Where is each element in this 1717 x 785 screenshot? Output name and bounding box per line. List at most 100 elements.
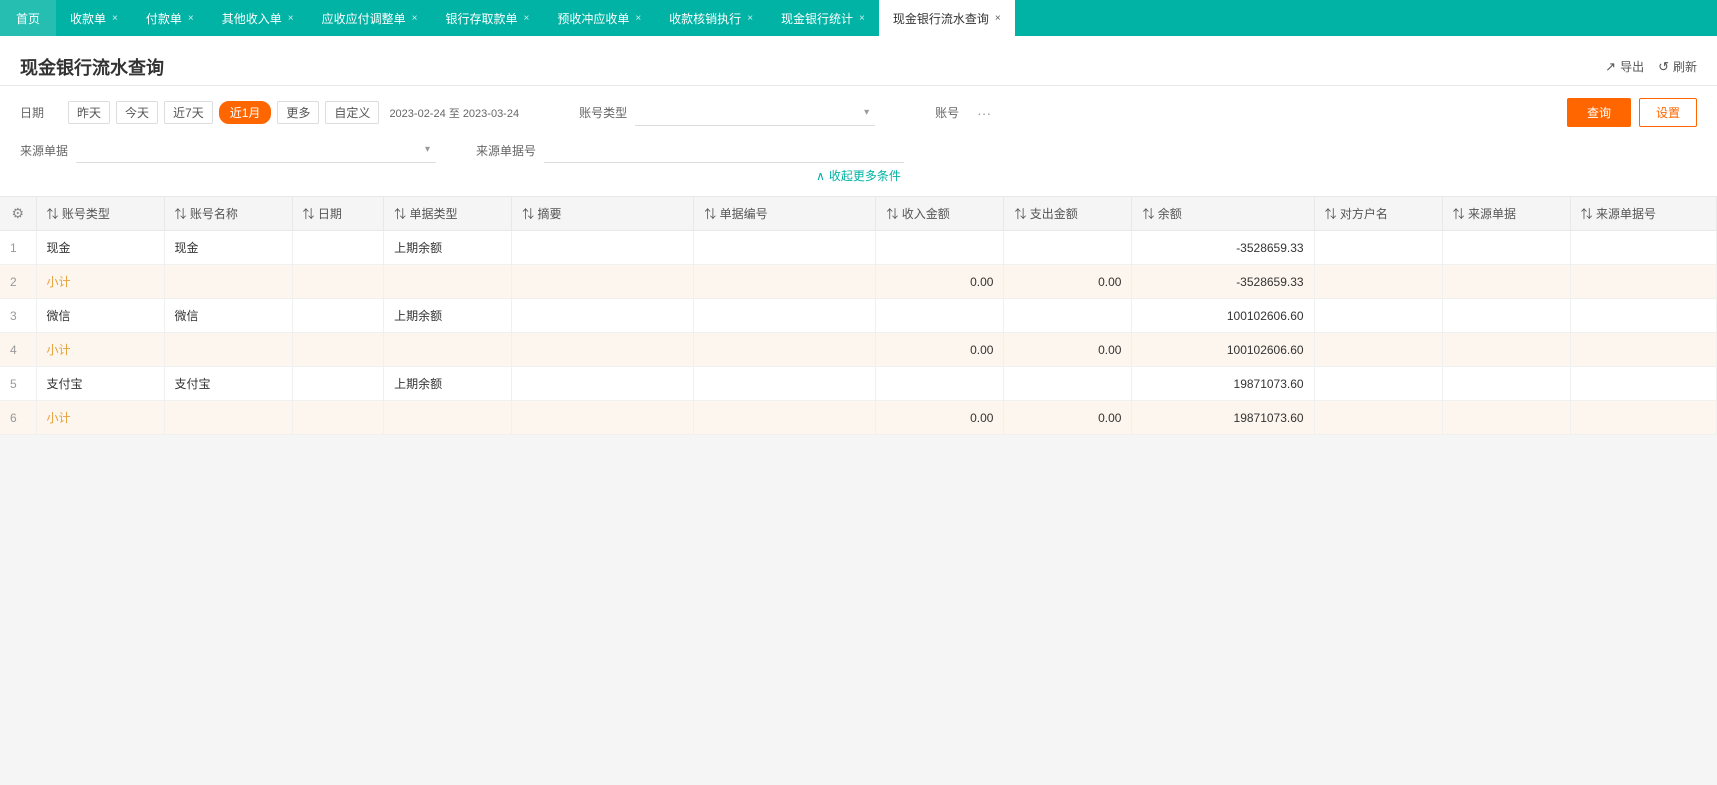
filter-row-2: 来源单据 ▾ 来源单据号: [20, 137, 1697, 163]
nav-home[interactable]: 首页: [0, 0, 56, 36]
cell-income: 0.00: [876, 401, 1004, 435]
date-btn-today[interactable]: 今天: [116, 101, 158, 124]
col-date: ⇅ 日期: [292, 197, 384, 231]
cell-date: [292, 367, 384, 401]
tab-close-icon[interactable]: ×: [188, 13, 194, 24]
collapse-filters-button[interactable]: ∧ 收起更多条件: [20, 167, 1697, 184]
collapse-label: 收起更多条件: [829, 167, 901, 184]
cell-balance: -3528659.33: [1132, 231, 1314, 265]
account-type-select[interactable]: ▾: [635, 100, 875, 126]
tab-close-icon[interactable]: ×: [859, 13, 865, 24]
date-filter-label: 日期: [20, 104, 60, 121]
nav-tab-bank-flow[interactable]: 现金银行流水查询 ×: [879, 0, 1015, 36]
tab-label: 现金银行统计: [781, 10, 853, 27]
nav-tab-bank-deposit[interactable]: 银行存取款单 ×: [431, 0, 543, 36]
cell-expense: [1004, 231, 1132, 265]
date-btn-custom[interactable]: 自定义: [325, 101, 379, 124]
cell-doc-type: 上期余额: [384, 367, 512, 401]
filter-area: 日期 昨天 今天 近7天 近1月 更多 自定义 2023-02-24 至 202…: [0, 86, 1717, 197]
cell-income: 0.00: [876, 333, 1004, 367]
cell-source-doc: [1442, 265, 1570, 299]
col-doc-no-label: ⇅ 单据编号: [704, 207, 767, 221]
nav-tab-receipt[interactable]: 收款单 ×: [56, 0, 132, 36]
row-number: 6: [0, 401, 36, 435]
col-expense-label: ⇅ 支出金额: [1014, 207, 1077, 221]
table-row[interactable]: 2小计0.000.00-3528659.33: [0, 265, 1717, 299]
cell-account-type: 小计: [36, 401, 164, 435]
col-source-doc: ⇅ 来源单据: [1442, 197, 1570, 231]
cell-balance: 19871073.60: [1132, 367, 1314, 401]
col-counterpart-label: ⇅ 对方户名: [1325, 207, 1388, 221]
tab-close-icon[interactable]: ×: [747, 13, 753, 24]
cell-source-doc: [1442, 299, 1570, 333]
cell-expense: [1004, 367, 1132, 401]
date-range-display: 2023-02-24 至 2023-03-24: [389, 105, 519, 121]
filter-row-1: 日期 昨天 今天 近7天 近1月 更多 自定义 2023-02-24 至 202…: [20, 98, 1697, 127]
refresh-button[interactable]: ↺ 刷新: [1658, 58, 1697, 75]
col-income: ⇅ 收入金额: [876, 197, 1004, 231]
col-summary: ⇅ 摘要: [512, 197, 694, 231]
nav-tab-adjustment[interactable]: 应收应付调整单 ×: [308, 0, 432, 36]
tab-close-icon[interactable]: ×: [288, 13, 294, 24]
date-btn-1month[interactable]: 近1月: [219, 101, 272, 124]
table-row[interactable]: 1现金现金上期余额-3528659.33: [0, 231, 1717, 265]
nav-tab-statistics[interactable]: 现金银行统计 ×: [767, 0, 879, 36]
table-row[interactable]: 5支付宝支付宝上期余额19871073.60: [0, 367, 1717, 401]
tab-label: 银行存取款单: [445, 10, 517, 27]
query-button[interactable]: 查询: [1567, 98, 1631, 127]
cell-income: [876, 367, 1004, 401]
more-options-icon[interactable]: ···: [977, 105, 991, 121]
cell-source-doc: [1442, 333, 1570, 367]
date-btn-7days[interactable]: 近7天: [164, 101, 213, 124]
page-header: 现金银行流水查询 ↗ 导出 ↺ 刷新: [0, 36, 1717, 86]
cell-summary: [512, 231, 694, 265]
export-label: 导出: [1620, 58, 1644, 75]
home-label: 首页: [16, 10, 40, 27]
settings-button[interactable]: 设置: [1639, 98, 1697, 127]
nav-tab-verification[interactable]: 收款核销执行 ×: [655, 0, 767, 36]
tab-close-icon[interactable]: ×: [412, 13, 418, 24]
date-btn-more[interactable]: 更多: [277, 101, 319, 124]
cell-source-doc-no: [1570, 265, 1716, 299]
data-table-container: ⚙ ⇅ 账号类型 ⇅ 账号名称 ⇅ 日期 ⇅ 单据类型 ⇅ 摘要: [0, 197, 1717, 435]
tab-close-icon[interactable]: ×: [112, 13, 118, 24]
source-doc-no-input[interactable]: [544, 137, 904, 163]
cell-source-doc: [1442, 367, 1570, 401]
cell-summary: [512, 265, 694, 299]
nav-tab-payment[interactable]: 付款单 ×: [132, 0, 208, 36]
col-doc-type-label: ⇅ 单据类型: [394, 207, 457, 221]
col-account-type: ⇅ 账号类型: [36, 197, 164, 231]
gear-icon[interactable]: ⚙: [11, 205, 24, 221]
cell-expense: [1004, 299, 1132, 333]
col-account-type-label: ⇅ 账号类型: [47, 207, 110, 221]
tab-close-icon[interactable]: ×: [635, 13, 641, 24]
cell-account-name: 支付宝: [164, 367, 292, 401]
chevron-down-icon-2: ▾: [425, 144, 430, 155]
tab-close-icon[interactable]: ×: [523, 13, 529, 24]
date-buttons: 昨天 今天 近7天 近1月 更多 自定义: [68, 101, 379, 124]
cell-account-type: 小计: [36, 265, 164, 299]
cell-doc-no: [694, 265, 876, 299]
date-btn-yesterday[interactable]: 昨天: [68, 101, 110, 124]
table-body: 1现金现金上期余额-3528659.332小计0.000.00-3528659.…: [0, 231, 1717, 435]
nav-tab-other-income[interactable]: 其他收入单 ×: [208, 0, 308, 36]
table-row[interactable]: 4小计0.000.00100102606.60: [0, 333, 1717, 367]
cell-doc-no: [694, 333, 876, 367]
cell-source-doc-no: [1570, 231, 1716, 265]
cell-doc-no: [694, 401, 876, 435]
table-row[interactable]: 3微信微信上期余额100102606.60: [0, 299, 1717, 333]
tab-close-icon[interactable]: ×: [995, 13, 1001, 24]
export-button[interactable]: ↗ 导出: [1605, 58, 1644, 75]
cell-balance: -3528659.33: [1132, 265, 1314, 299]
export-icon: ↗: [1605, 59, 1616, 75]
row-number: 4: [0, 333, 36, 367]
table-row[interactable]: 6小计0.000.0019871073.60: [0, 401, 1717, 435]
nav-tab-advance[interactable]: 预收冲应收单 ×: [543, 0, 655, 36]
source-doc-select[interactable]: ▾: [76, 137, 436, 163]
tab-label: 应收应付调整单: [322, 10, 406, 27]
cell-expense: 0.00: [1004, 265, 1132, 299]
cell-counterpart: [1314, 231, 1442, 265]
refresh-label: 刷新: [1673, 58, 1697, 75]
cell-account-name: [164, 333, 292, 367]
col-doc-type: ⇅ 单据类型: [384, 197, 512, 231]
